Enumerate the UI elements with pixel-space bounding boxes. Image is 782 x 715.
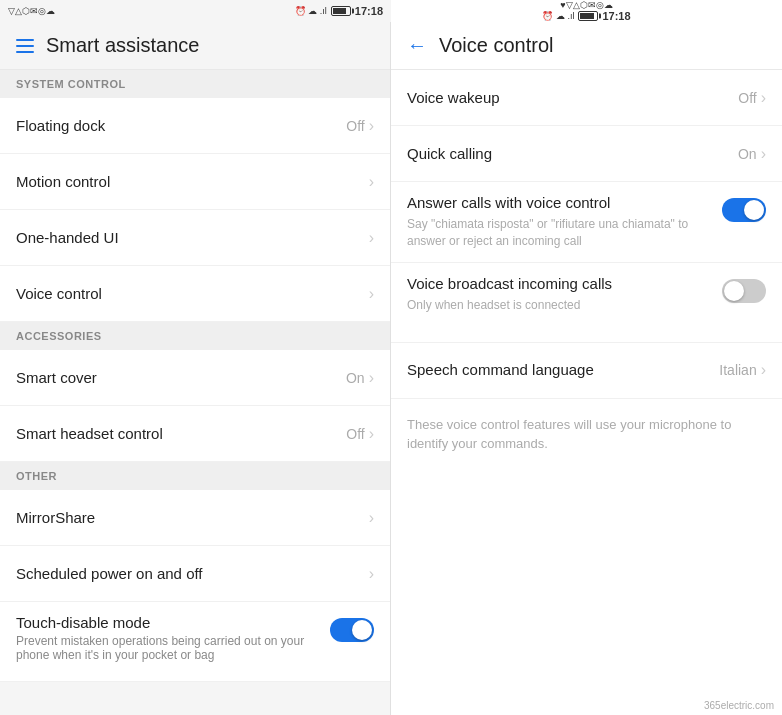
left-panel-header: Smart assistance [0,22,390,70]
right-panel-header: ← Voice control [391,22,782,70]
floating-dock-label: Floating dock [16,117,105,134]
voice-broadcast-subtitle: Only when headset is connected [407,297,714,314]
list-item-smart-headset[interactable]: Smart headset control Off › [0,406,390,462]
right-panel-title: Voice control [439,34,554,57]
left-battery [331,6,351,16]
voice-wakeup-value: Off [738,90,756,106]
smart-cover-chevron: › [369,369,374,387]
list-item-touch-disable[interactable]: Touch-disable mode Prevent mistaken oper… [0,602,390,682]
right-battery [578,11,598,21]
list-item-smart-cover[interactable]: Smart cover On › [0,350,390,406]
list-item-mirrorshare[interactable]: MirrorShare › [0,490,390,546]
right-panel: ← Voice control Voice wakeup Off › Quick… [391,22,782,715]
motion-control-chevron: › [369,173,374,191]
smart-headset-value: Off [346,426,364,442]
voice-wakeup-title: Voice wakeup [407,89,500,106]
touch-disable-toggle[interactable] [330,618,374,642]
smart-cover-value: On [346,370,365,386]
quick-calling-title: Quick calling [407,145,492,162]
touch-disable-title: Touch-disable mode [16,614,150,631]
answer-calls-title: Answer calls with voice control [407,194,610,211]
scheduled-power-label: Scheduled power on and off [16,565,203,582]
right-item-quick-calling[interactable]: Quick calling On › [391,126,782,182]
speech-language-value: Italian [719,362,756,378]
smart-cover-label: Smart cover [16,369,97,386]
list-item-one-handed-ui[interactable]: One-handed UI › [0,210,390,266]
answer-calls-toggle[interactable] [722,198,766,222]
voice-control-chevron: › [369,285,374,303]
section-header-system: SYSTEM CONTROL [0,70,390,98]
scheduled-power-chevron: › [369,565,374,583]
right-time: 17:18 [602,10,630,22]
list-item-motion-control[interactable]: Motion control › [0,154,390,210]
watermark: 365electric.com [704,700,774,711]
back-arrow-icon[interactable]: ← [407,34,427,57]
left-panel: Smart assistance SYSTEM CONTROL Floating… [0,22,391,715]
answer-calls-knob [744,200,764,220]
section-header-other: OTHER [0,462,390,490]
right-status-icons: ♥▽△⬡✉◎☁ [560,0,612,10]
right-status-bar: ♥▽△⬡✉◎☁ ⏰ ☁ .ıl 17:18 [391,0,782,22]
answer-calls-subtitle: Say "chiamata risposta" or "rifiutare un… [407,216,714,250]
right-item-voice-broadcast[interactable]: Voice broadcast incoming calls Only when… [391,263,782,343]
floating-dock-chevron: › [369,117,374,135]
voice-broadcast-title: Voice broadcast incoming calls [407,275,612,292]
hamburger-menu-icon[interactable] [16,39,34,53]
voice-broadcast-toggle[interactable] [722,279,766,303]
smart-headset-label: Smart headset control [16,425,163,442]
list-item-scheduled-power[interactable]: Scheduled power on and off › [0,546,390,602]
quick-calling-value: On [738,146,757,162]
right-item-answer-calls[interactable]: Answer calls with voice control Say "chi… [391,182,782,263]
smart-headset-chevron: › [369,425,374,443]
section-header-accessories: ACCESSORIES [0,322,390,350]
motion-control-label: Motion control [16,173,110,190]
touch-disable-subtitle: Prevent mistaken operations being carrie… [16,634,330,662]
status-bars: ▽△⬡✉◎☁ ⏰ ☁ .ıl 17:18 ♥▽△⬡✉◎☁ ⏰ ☁ .ıl 17:… [0,0,782,22]
one-handed-ui-label: One-handed UI [16,229,119,246]
touch-disable-knob [352,620,372,640]
left-panel-title: Smart assistance [46,34,199,57]
one-handed-ui-chevron: › [369,229,374,247]
list-item-floating-dock[interactable]: Floating dock Off › [0,98,390,154]
floating-dock-value: Off [346,118,364,134]
list-item-voice-control[interactable]: Voice control › [0,266,390,322]
left-status-bar: ▽△⬡✉◎☁ ⏰ ☁ .ıl 17:18 [0,0,391,22]
mirrorshare-chevron: › [369,509,374,527]
panels: Smart assistance SYSTEM CONTROL Floating… [0,22,782,715]
right-item-voice-wakeup[interactable]: Voice wakeup Off › [391,70,782,126]
left-status-icons: ▽△⬡✉◎☁ [8,6,55,16]
quick-calling-chevron: › [761,145,766,163]
speech-language-title: Speech command language [407,361,594,378]
speech-language-chevron: › [761,361,766,379]
left-time: 17:18 [355,5,383,17]
voice-wakeup-chevron: › [761,89,766,107]
voice-broadcast-knob [724,281,744,301]
voice-control-label: Voice control [16,285,102,302]
voice-note: These voice control features will use yo… [391,399,782,470]
mirrorshare-label: MirrorShare [16,509,95,526]
right-item-speech-language[interactable]: Speech command language Italian › [391,343,782,399]
